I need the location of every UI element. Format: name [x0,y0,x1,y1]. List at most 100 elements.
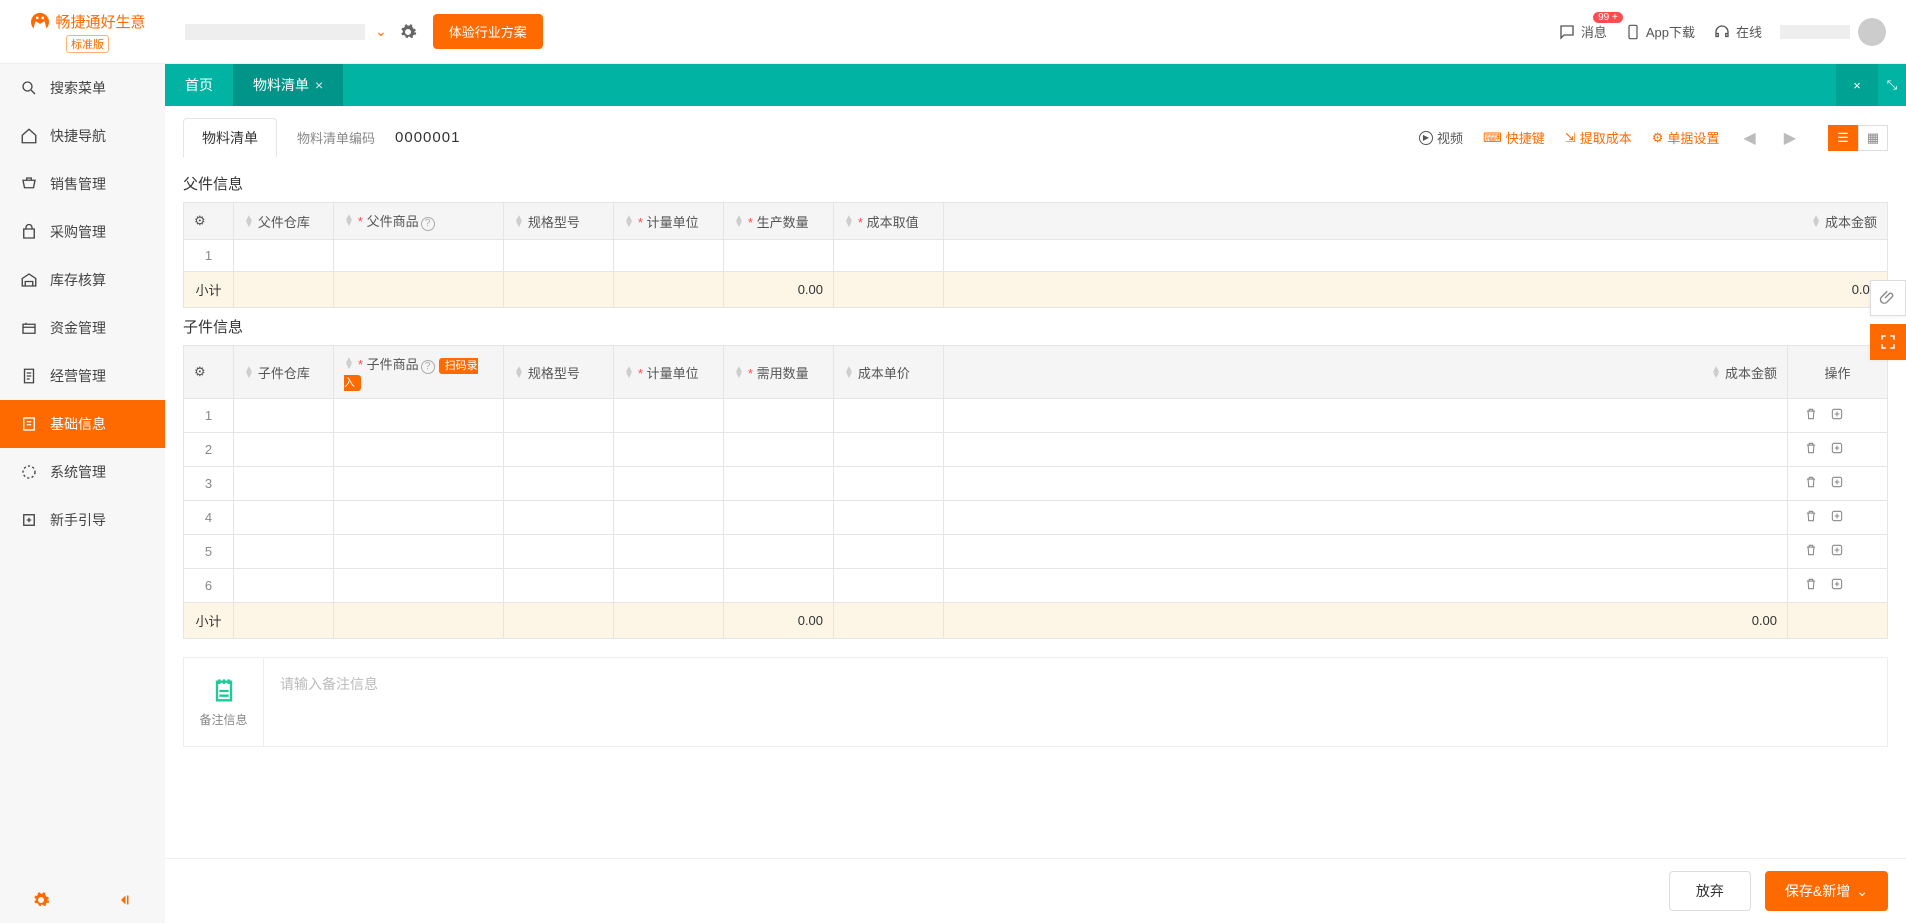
messages-label: 消息 [1581,22,1607,41]
chevron-down-icon: ⌄ [1856,883,1868,900]
tab-home[interactable]: 首页 [165,64,233,106]
help-icon[interactable]: ? [421,217,435,231]
col-parent-unit[interactable]: 计量单位 [614,203,724,240]
sidebar-item-search[interactable]: 搜索菜单 [0,64,165,112]
doc-settings-link[interactable]: ⚙单据设置 [1652,128,1720,147]
settings-icon[interactable] [399,23,417,41]
col-child-unit[interactable]: 计量单位 [614,346,724,399]
avatar-icon [1858,18,1886,46]
col-parent-cost-amount[interactable]: 成本金额 [944,203,1888,240]
extract-label: 提取成本 [1580,128,1632,147]
sidebar-collapse-icon[interactable] [115,891,133,909]
delete-icon[interactable] [1804,509,1818,523]
help-icon[interactable]: ? [421,360,435,374]
child-table: ⚙ 子件仓库 子件商品?扫码录入 规格型号 计量单位 需用数量 成本单价 成本金… [183,345,1888,639]
view-grid-icon[interactable]: ▦ [1858,125,1888,151]
close-icon[interactable]: × [315,77,323,93]
col-child-qty[interactable]: 需用数量 [724,346,834,399]
col-child-cost-unit[interactable]: 成本单价 [834,346,944,399]
tabs-close-all[interactable]: × [1836,64,1878,106]
col-child-cost-amount[interactable]: 成本金额 [944,346,1788,399]
shortcut-link[interactable]: ⌨快捷键 [1483,128,1545,147]
gear-icon: ⚙ [1652,130,1664,146]
sidebar-item-guide[interactable]: 新手引导 [0,496,165,544]
user-avatar-area[interactable] [1780,18,1886,46]
save-new-button[interactable]: 保存&新增⌄ [1765,871,1888,911]
sidebar-settings-icon[interactable] [32,891,50,909]
sidebar-item-quicknav[interactable]: 快捷导航 [0,112,165,160]
sidebar-item-basic[interactable]: 基础信息 [0,400,165,448]
add-icon[interactable] [1830,441,1844,455]
row-index: 3 [184,467,234,501]
video-link[interactable]: ▶视频 [1419,128,1463,147]
col-parent-qty[interactable]: 生产数量 [724,203,834,240]
col-child-warehouse[interactable]: 子件仓库 [234,346,334,399]
subtotal-label: 小计 [184,272,234,308]
col-parent-product[interactable]: 父件商品? [334,203,504,240]
cart-icon [20,175,38,193]
tab-home-label: 首页 [185,75,213,95]
next-doc-icon[interactable]: ▶ [1780,128,1800,148]
sidebar-item-purchase[interactable]: 采购管理 [0,208,165,256]
child-section-title: 子件信息 [183,316,1888,337]
data-icon [20,415,38,433]
child-row[interactable]: 5 [184,535,1888,569]
guide-icon [20,511,38,529]
col-gear[interactable]: ⚙ [184,203,234,240]
sidebar-item-operation[interactable]: 经营管理 [0,352,165,400]
sidebar-item-system[interactable]: 系统管理 [0,448,165,496]
add-icon[interactable] [1830,475,1844,489]
messages-link[interactable]: 消息 99 + [1558,22,1607,41]
col-child-product[interactable]: 子件商品?扫码录入 [334,346,504,399]
sidebar-item-label: 新手引导 [50,510,106,530]
remark-input[interactable] [264,658,1887,746]
col-parent-cost-method[interactable]: 成本取值 [834,203,944,240]
sidebar-item-inventory[interactable]: 库存核算 [0,256,165,304]
sidebar-item-sales[interactable]: 销售管理 [0,160,165,208]
discard-button[interactable]: 放弃 [1669,871,1751,911]
sidebar-item-label: 系统管理 [50,462,106,482]
sidebar-item-funds[interactable]: 资金管理 [0,304,165,352]
col-gear[interactable]: ⚙ [184,346,234,399]
delete-icon[interactable] [1804,577,1818,591]
remark-label-area: 备注信息 [184,658,264,746]
delete-icon[interactable] [1804,407,1818,421]
child-row[interactable]: 6 [184,569,1888,603]
delete-icon[interactable] [1804,475,1818,489]
child-row[interactable]: 3 [184,467,1888,501]
solution-button[interactable]: 体验行业方案 [433,14,543,49]
col-parent-spec[interactable]: 规格型号 [504,203,614,240]
add-icon[interactable] [1830,577,1844,591]
online-support-link[interactable]: 在线 [1713,22,1762,41]
add-icon[interactable] [1830,543,1844,557]
add-icon[interactable] [1830,407,1844,421]
extract-icon: ⇲ [1565,130,1576,146]
view-list-icon[interactable]: ☰ [1828,125,1858,151]
messages-count-badge: 99 + [1593,12,1623,23]
child-row[interactable]: 2 [184,433,1888,467]
tab-bom[interactable]: 物料清单 × [233,64,343,106]
attachment-icon[interactable] [1870,280,1906,316]
tabs-expand-icon[interactable]: ⤡ [1878,64,1906,106]
child-row[interactable]: 1 [184,399,1888,433]
delete-icon[interactable] [1804,543,1818,557]
company-select[interactable]: ⌄ [185,23,387,40]
delete-icon[interactable] [1804,441,1818,455]
col-parent-warehouse[interactable]: 父件仓库 [234,203,334,240]
sub-header: 物料清单 物料清单编码 0000001 ▶视频 ⌨快捷键 ⇲提取成本 ⚙单据设置… [165,106,1906,157]
shortcut-label: 快捷键 [1506,128,1545,147]
row-index: 2 [184,433,234,467]
online-label: 在线 [1736,22,1762,41]
subtab-bom[interactable]: 物料清单 [183,118,277,157]
parent-row[interactable]: 1 [184,240,1888,272]
child-row[interactable]: 4 [184,501,1888,535]
extract-cost-link[interactable]: ⇲提取成本 [1565,128,1632,147]
report-icon [20,367,38,385]
sidebar-item-label: 库存核算 [50,270,106,290]
prev-doc-icon[interactable]: ◀ [1739,128,1759,148]
app-download-link[interactable]: App下载 [1625,22,1695,41]
fullscreen-icon[interactable] [1870,324,1906,360]
add-icon[interactable] [1830,509,1844,523]
footer-bar: 放弃 保存&新增⌄ [165,858,1906,923]
col-child-spec[interactable]: 规格型号 [504,346,614,399]
